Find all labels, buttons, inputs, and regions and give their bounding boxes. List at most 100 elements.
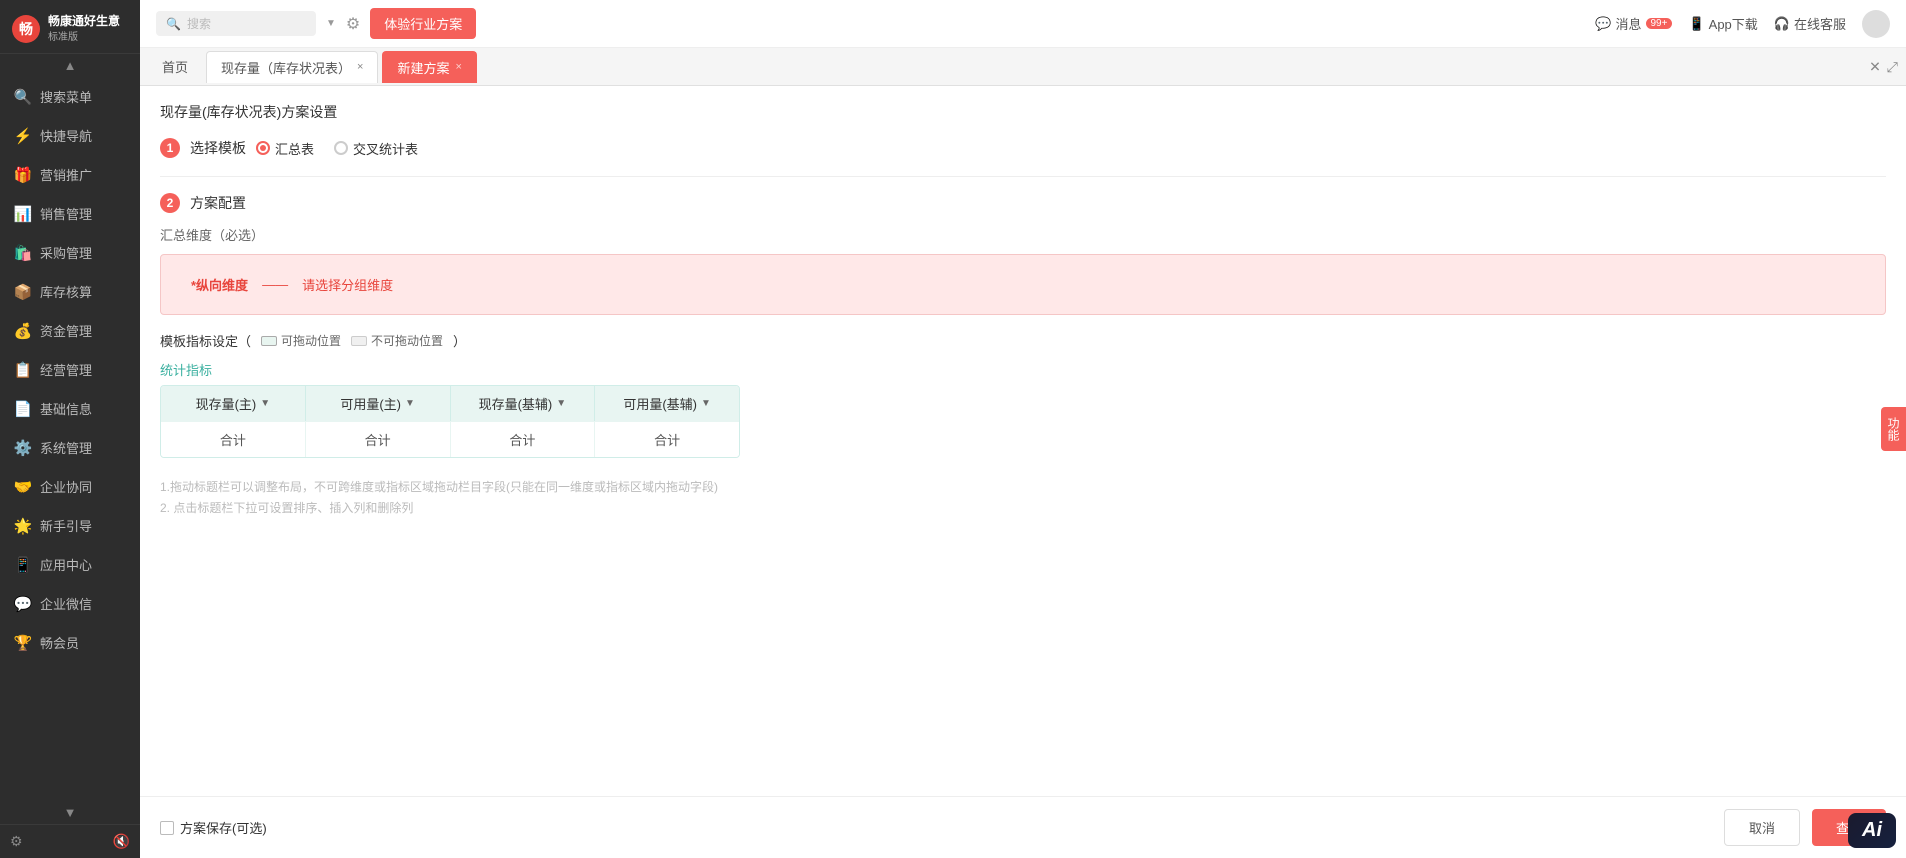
radio-summary-dot	[256, 141, 270, 155]
tab-close-icon[interactable]: ✕	[1869, 59, 1881, 76]
app-center-icon: 📱	[14, 556, 32, 574]
stats-section-label: 统计指标	[160, 360, 1886, 379]
phone-icon: 📱	[1688, 16, 1704, 32]
sidebar-item-purchase[interactable]: 🛍️ 采购管理	[0, 233, 140, 272]
sidebar-item-inventory[interactable]: 📦 库存核算	[0, 272, 140, 311]
tip1: 1.拖动标题栏可以调整布局，不可跨维度或指标区域拖动栏目字段(只能在同一维度或指…	[160, 478, 1886, 495]
sidebar-item-membership[interactable]: 🏆 畅会员	[0, 623, 140, 662]
header-cell-3[interactable]: 现存量(基辅) ▼	[451, 386, 596, 421]
radio-cross-label: 交叉统计表	[353, 139, 418, 158]
sidebar-item-search[interactable]: 🔍 搜索菜单	[0, 77, 140, 116]
customer-service-label: 在线客服	[1794, 14, 1846, 33]
sidebar-item-sales-label: 销售管理	[40, 204, 92, 223]
search-text: 搜索	[187, 15, 306, 32]
sidebar-item-finance[interactable]: 💰 资金管理	[0, 311, 140, 350]
sidebar-item-sales[interactable]: 📊 销售管理	[0, 194, 140, 233]
tab-inventory-label: 现存量（库存状况表）	[221, 58, 351, 77]
header-cell-4-dropdown[interactable]: ▼	[701, 398, 711, 409]
sidebar-item-cooperation-label: 企业协同	[40, 477, 92, 496]
step2-header: 2 方案配置	[160, 193, 1886, 213]
indicator-settings: 模板指标设定（ 可拖动位置 不可拖动位置 ） 统计指标	[160, 331, 1886, 458]
tab-home[interactable]: 首页	[148, 51, 202, 82]
sidebar-bottom: ⚙ 🔇	[0, 824, 140, 858]
header-cell-2-label: 可用量(主)	[340, 394, 401, 413]
right-edge-panel[interactable]: 功能	[1881, 407, 1906, 451]
topbar: 🔍 搜索 ▼ ⚙ 体验行业方案 💬 消息 99+ 📱 App下载 🎧 在线客服	[140, 0, 1906, 48]
header-cell-2-dropdown[interactable]: ▼	[405, 398, 415, 409]
save-checkbox[interactable]: 方案保存(可选)	[160, 818, 267, 837]
sidebar-item-basic-label: 基础信息	[40, 399, 92, 418]
step2-section: 2 方案配置 汇总维度（必选） *纵向维度 —— 请选择分组维度 模板指标设定（	[160, 193, 1886, 516]
bottom-bar: 方案保存(可选) 取消 查询	[140, 796, 1906, 858]
operations-icon: 📋	[14, 361, 32, 379]
drag-handle-icon	[261, 336, 277, 346]
topbar-search-box[interactable]: 🔍 搜索	[156, 11, 316, 36]
radio-cross[interactable]: 交叉统计表	[334, 139, 418, 158]
sidebar-nav: 🔍 搜索菜单 ⚡ 快捷导航 🎁 营销推广 📊 销售管理 🛍️ 采购管理 📦 库存…	[0, 77, 140, 801]
tab-inventory[interactable]: 现存量（库存状况表） ×	[206, 51, 378, 83]
header-cell-4[interactable]: 可用量(基辅) ▼	[595, 386, 739, 421]
sidebar-item-system[interactable]: ⚙️ 系统管理	[0, 428, 140, 467]
sidebar-item-wechat-label: 企业微信	[40, 594, 92, 613]
content-inner: 现存量(库存状况表)方案设置 1 选择模板 汇总表 交叉统计表	[140, 86, 1906, 858]
dimension-box: *纵向维度 —— 请选择分组维度	[160, 254, 1886, 315]
dimension-required: *纵向维度	[191, 275, 248, 294]
tab-expand-icon[interactable]: ⤢	[1887, 59, 1898, 76]
sidebar-item-basic[interactable]: 📄 基础信息	[0, 389, 140, 428]
sidebar-scroll-up[interactable]: ▲	[0, 54, 140, 77]
tab-new-plan[interactable]: 新建方案 ×	[382, 51, 476, 83]
header-cell-2[interactable]: 可用量(主) ▼	[306, 386, 451, 421]
app-edition: 标准版	[48, 28, 120, 43]
topbar-customer-service[interactable]: 🎧 在线客服	[1774, 14, 1846, 33]
stats-table-body-row: 合计 合计 合计 合计	[161, 421, 739, 457]
ai-badge[interactable]: Ai	[1848, 813, 1896, 848]
app-logo-icon: 畅	[12, 15, 40, 43]
tab-new-plan-close[interactable]: ×	[455, 61, 461, 73]
speaker-icon[interactable]: 🔇	[113, 833, 130, 850]
non-draggable-label: 不可拖动位置	[371, 332, 443, 349]
sidebar-item-purchase-label: 采购管理	[40, 243, 92, 262]
dimension-placeholder[interactable]: 请选择分组维度	[302, 275, 393, 294]
sidebar-item-newbie[interactable]: 🌟 新手引导	[0, 506, 140, 545]
sidebar-item-inventory-label: 库存核算	[40, 282, 92, 301]
header-cell-1[interactable]: 现存量(主) ▼	[161, 386, 306, 421]
topbar-messages[interactable]: 💬 消息 99+	[1595, 14, 1672, 33]
sidebar-scroll-down[interactable]: ▼	[0, 801, 140, 824]
headset-icon: 🎧	[1774, 16, 1790, 32]
checkbox-box	[160, 821, 174, 835]
trial-button[interactable]: 体验行业方案	[370, 8, 476, 39]
wechat-icon: 💬	[14, 595, 32, 613]
radio-summary[interactable]: 汇总表	[256, 139, 314, 158]
topbar-dropdown-icon[interactable]: ▼	[326, 18, 336, 29]
user-avatar[interactable]	[1862, 10, 1890, 38]
tab-inventory-close[interactable]: ×	[357, 61, 363, 73]
sidebar-item-wechat[interactable]: 💬 企业微信	[0, 584, 140, 623]
membership-icon: 🏆	[14, 634, 32, 652]
stats-table-header: 现存量(主) ▼ 可用量(主) ▼ 现存量(基辅) ▼	[161, 386, 739, 421]
sidebar-item-marketing[interactable]: 🎁 营销推广	[0, 155, 140, 194]
header-cell-3-dropdown[interactable]: ▼	[556, 398, 566, 409]
sidebar-item-app-center[interactable]: 📱 应用中心	[0, 545, 140, 584]
header-cell-1-label: 现存量(主)	[196, 394, 257, 413]
sidebar-item-cooperation[interactable]: 🤝 企业协同	[0, 467, 140, 506]
content-area: 现存量(库存状况表)方案设置 1 选择模板 汇总表 交叉统计表	[140, 86, 1906, 858]
messages-badge: 99+	[1646, 18, 1673, 29]
template-radio-group: 汇总表 交叉统计表	[256, 139, 418, 158]
header-cell-4-label: 可用量(基辅)	[623, 394, 697, 413]
topbar-app-download[interactable]: 📱 App下载	[1688, 14, 1757, 33]
message-icon: 💬	[1595, 16, 1611, 32]
finance-icon: 💰	[14, 322, 32, 340]
settings-icon[interactable]: ⚙	[10, 833, 23, 850]
save-checkbox-label: 方案保存(可选)	[180, 818, 267, 837]
page-title: 现存量(库存状况表)方案设置	[160, 102, 1886, 122]
app-download-label: App下载	[1709, 14, 1758, 33]
header-cell-1-dropdown[interactable]: ▼	[260, 398, 270, 409]
cancel-button[interactable]: 取消	[1724, 809, 1800, 846]
quick-nav-icon: ⚡	[14, 127, 32, 145]
topbar-gear-icon[interactable]: ⚙	[346, 14, 360, 34]
topbar-right: 💬 消息 99+ 📱 App下载 🎧 在线客服	[1595, 10, 1890, 38]
system-icon: ⚙️	[14, 439, 32, 457]
marketing-icon: 🎁	[14, 166, 32, 184]
sidebar-item-operations[interactable]: 📋 经营管理	[0, 350, 140, 389]
sidebar-item-quick-nav[interactable]: ⚡ 快捷导航	[0, 116, 140, 155]
